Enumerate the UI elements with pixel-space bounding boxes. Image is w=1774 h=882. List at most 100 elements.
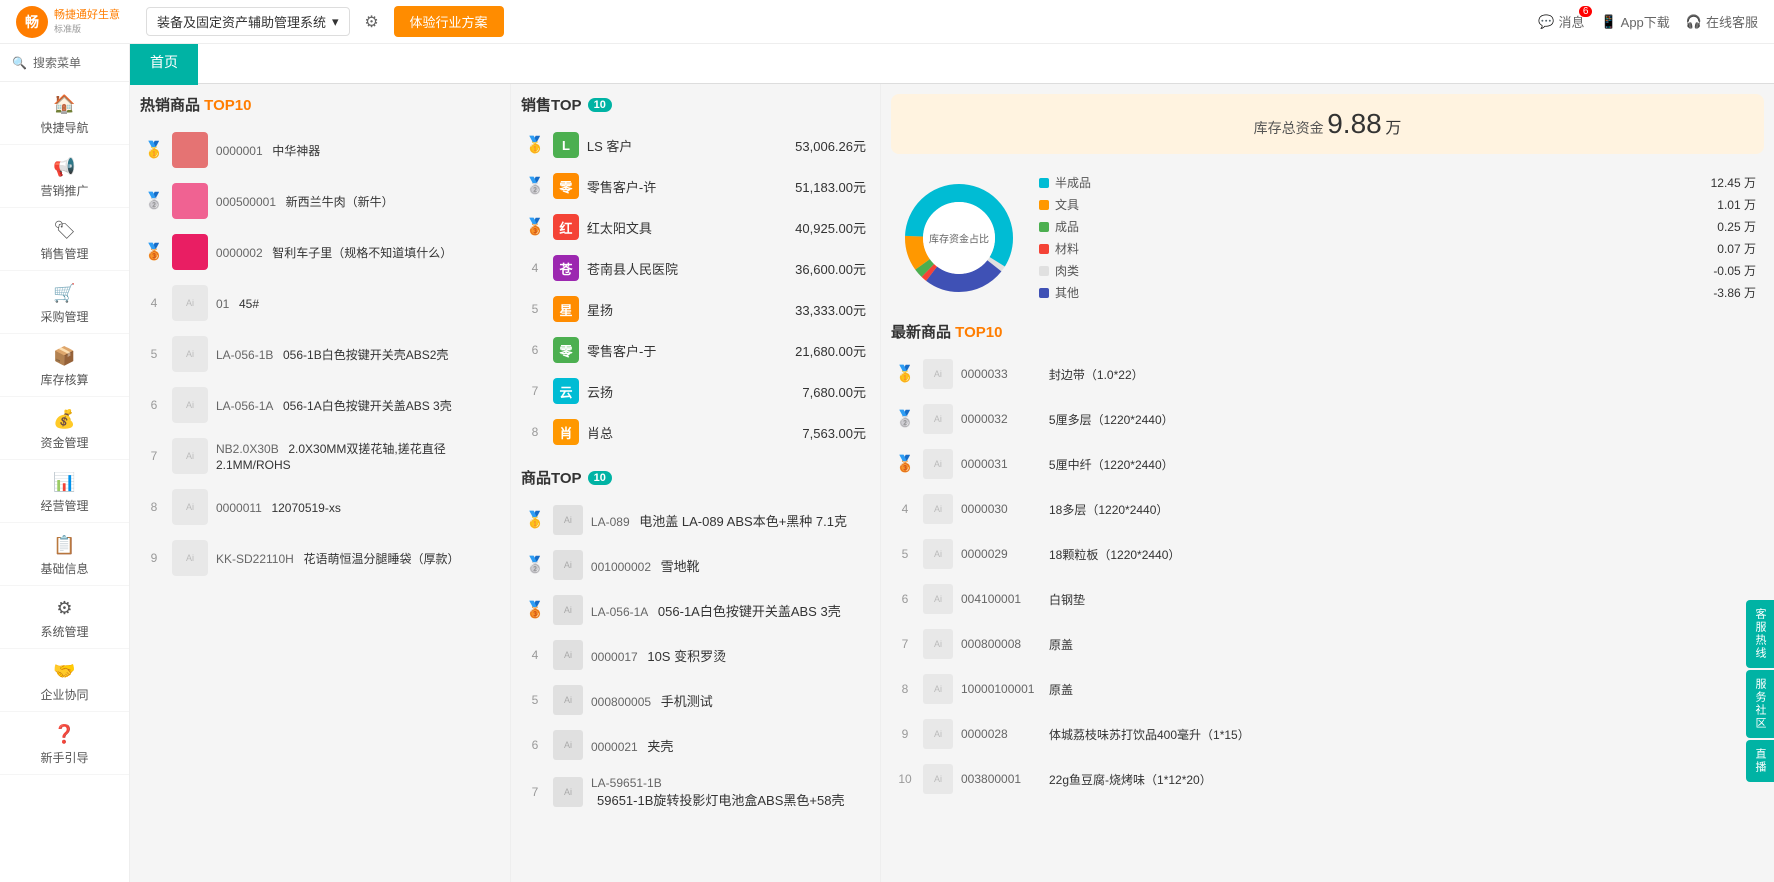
content: 首页 热销商品 TOP10 🥇 0000001 中华神器 🥈 000500001… bbox=[130, 44, 1774, 882]
sidebar-item-finance[interactable]: 💰 资金管理 bbox=[0, 397, 129, 460]
help-button[interactable]: 客服热线 bbox=[1746, 600, 1774, 668]
bronze-medal-icon: 🥉 bbox=[525, 600, 545, 620]
legend-value: -0.05 万 bbox=[1713, 262, 1756, 279]
legend-name: 材料 bbox=[1055, 240, 1711, 257]
sidebar-item-enterprise[interactable]: 🤝 企业协同 bbox=[0, 649, 129, 712]
product-name: 056-1A白色按键开关盖ABS 3壳 bbox=[283, 399, 452, 413]
silver-medal-icon: 🥈 bbox=[525, 555, 545, 575]
col-right: 库存总资金 9.88 万 bbox=[880, 84, 1774, 882]
product-code: 0000021 bbox=[591, 740, 638, 754]
product-img-placeholder: Ai bbox=[553, 640, 583, 670]
sidebar-label-operations: 经营管理 bbox=[40, 497, 88, 514]
logo-sub: 标准版 bbox=[54, 22, 120, 35]
sidebar-item-marketing[interactable]: 📢 营销推广 bbox=[0, 145, 129, 208]
sidebar-icon-purchase: 🛒 bbox=[53, 283, 75, 304]
legend-item: 材料 0.07 万 bbox=[1039, 240, 1756, 257]
gear-icon[interactable]: ⚙ bbox=[358, 8, 386, 36]
new-product-name: 18多层（1220*2440） bbox=[1049, 501, 1760, 518]
sidebar-icon-enterprise: 🤝 bbox=[53, 661, 75, 682]
col-mid: 销售TOP 10 🥇 L LS 客户 53,006.26元🥈 零 零售客户-许 … bbox=[510, 84, 880, 882]
product-code: 0000017 bbox=[591, 650, 638, 664]
customer-value: 53,006.26元 bbox=[795, 136, 866, 155]
sidebar-item-inventory[interactable]: 📦 库存核算 bbox=[0, 334, 129, 397]
new-product-item: 8 Ai 10000100001 原盖 bbox=[891, 667, 1764, 712]
customer-name: 苍南县人民医院 bbox=[587, 259, 787, 278]
product-code: LA-056-1B bbox=[216, 348, 273, 362]
help-button[interactable]: 服务社区 bbox=[1746, 670, 1774, 738]
new-product-img: Ai bbox=[923, 449, 953, 479]
product-code: 0000001 bbox=[216, 144, 263, 158]
new-product-img: Ai bbox=[923, 674, 953, 704]
sidebar-item-basic[interactable]: 📋 基础信息 bbox=[0, 523, 129, 586]
customer-avatar: 星 bbox=[553, 296, 579, 322]
legend-name: 半成品 bbox=[1055, 174, 1705, 191]
customer-avatar: 零 bbox=[553, 337, 579, 363]
sidebar-search[interactable]: 🔍 搜索菜单 bbox=[0, 44, 129, 82]
sidebar-item-guide[interactable]: ❓ 新手引导 bbox=[0, 712, 129, 775]
product-info: 0000011 12070519-xs bbox=[216, 500, 496, 515]
product-name: 手机测试 bbox=[661, 694, 713, 709]
product-info: 0000002 智利车子里（规格不知道填什么） bbox=[216, 244, 496, 261]
sidebar-label-sales: 销售管理 bbox=[40, 245, 88, 262]
new-product-name: 18颗粒板（1220*2440） bbox=[1049, 546, 1760, 563]
online-service-btn[interactable]: 🎧 在线客服 bbox=[1686, 12, 1758, 31]
sidebar-icon-system: ⚙ bbox=[56, 598, 72, 619]
new-product-code: 0000033 bbox=[961, 367, 1041, 381]
hot-product-item: 6Ai LA-056-1A 056-1A白色按键开关盖ABS 3壳 bbox=[140, 380, 500, 431]
legend-item: 文具 1.01 万 bbox=[1039, 196, 1756, 213]
product-code: 01 bbox=[216, 297, 229, 311]
rank-number: 9 bbox=[895, 727, 915, 741]
sidebar-icon-sales: 🏷 bbox=[53, 220, 76, 241]
new-product-img: Ai bbox=[923, 629, 953, 659]
hot-products-label: 热销商品 TOP10 bbox=[140, 94, 251, 115]
new-product-item: 7 Ai 000800008 原盖 bbox=[891, 622, 1764, 667]
legend-item: 肉类 -0.05 万 bbox=[1039, 262, 1756, 279]
legend-item: 成品 0.25 万 bbox=[1039, 218, 1756, 235]
message-btn[interactable]: 💬 消息 6 bbox=[1538, 12, 1584, 31]
product-code: 0000011 bbox=[216, 501, 262, 515]
customer-value: 33,333.00元 bbox=[795, 300, 866, 319]
top-product-item: 4 Ai 0000017 10S 变积罗烫 bbox=[521, 633, 870, 678]
product-info: 01 45# bbox=[216, 296, 496, 311]
sidebar-label-marketing: 营销推广 bbox=[40, 182, 88, 199]
product-name: 新西兰牛肉（新牛） bbox=[286, 195, 394, 209]
new-product-code: 004100001 bbox=[961, 592, 1041, 606]
try-btn[interactable]: 体验行业方案 bbox=[394, 6, 504, 37]
new-product-img: Ai bbox=[923, 494, 953, 524]
customer-value: 7,680.00元 bbox=[802, 382, 866, 401]
sidebar-item-purchase[interactable]: 🛒 采购管理 bbox=[0, 271, 129, 334]
rank-number: 7 bbox=[144, 449, 164, 463]
sidebar-item-sales[interactable]: 🏷 销售管理 bbox=[0, 208, 129, 271]
new-product-name: 封边带（1.0*22） bbox=[1049, 366, 1760, 383]
rank-number: 9 bbox=[144, 551, 164, 565]
sidebar-icon-quick-nav: 🏠 bbox=[53, 94, 75, 115]
tab-home[interactable]: 首页 bbox=[130, 44, 198, 85]
product-name: 056-1B白色按键开关壳ABS2壳 bbox=[283, 348, 448, 362]
sidebar-item-system[interactable]: ⚙ 系统管理 bbox=[0, 586, 129, 649]
new-product-code: 000800008 bbox=[961, 637, 1041, 651]
customer-value: 21,680.00元 bbox=[795, 341, 866, 360]
product-img-placeholder: Ai bbox=[172, 489, 208, 525]
top-products-title: 商品TOP 10 bbox=[521, 467, 870, 488]
legend-item: 其他 -3.86 万 bbox=[1039, 284, 1756, 301]
hot-product-item: 🥈 000500001 新西兰牛肉（新牛） bbox=[140, 176, 500, 227]
app-download-btn[interactable]: 📱 App下载 bbox=[1600, 12, 1669, 31]
system-selector[interactable]: 装备及固定资产辅助管理系统 ▾ bbox=[146, 7, 350, 36]
sidebar-label-guide: 新手引导 bbox=[40, 749, 88, 766]
rank-number: 5 bbox=[895, 547, 915, 561]
topbar-right: 💬 消息 6 📱 App下载 🎧 在线客服 bbox=[1538, 12, 1758, 31]
topbar: 畅 畅捷通好生意 标准版 装备及固定资产辅助管理系统 ▾ ⚙ 体验行业方案 💬 … bbox=[0, 0, 1774, 44]
customer-list-item: 🥇 L LS 客户 53,006.26元 bbox=[521, 125, 870, 166]
new-product-name: 原盖 bbox=[1049, 636, 1760, 653]
legend-dot bbox=[1039, 178, 1049, 188]
product-name: 花语萌恒温分腿睡袋（厚款） bbox=[303, 552, 459, 566]
help-button[interactable]: 直播 bbox=[1746, 740, 1774, 782]
sidebar-item-quick-nav[interactable]: 🏠 快捷导航 bbox=[0, 82, 129, 145]
silver-medal-icon: 🥈 bbox=[525, 176, 545, 196]
product-img-placeholder: Ai bbox=[172, 285, 208, 321]
customer-list-item: 4 苍 苍南县人民医院 36,600.00元 bbox=[521, 248, 870, 289]
gold-medal-icon: 🥇 bbox=[144, 140, 164, 160]
product-code: 0000002 bbox=[216, 246, 263, 260]
sidebar-item-operations[interactable]: 📊 经营管理 bbox=[0, 460, 129, 523]
product-thumbnail bbox=[172, 234, 208, 270]
